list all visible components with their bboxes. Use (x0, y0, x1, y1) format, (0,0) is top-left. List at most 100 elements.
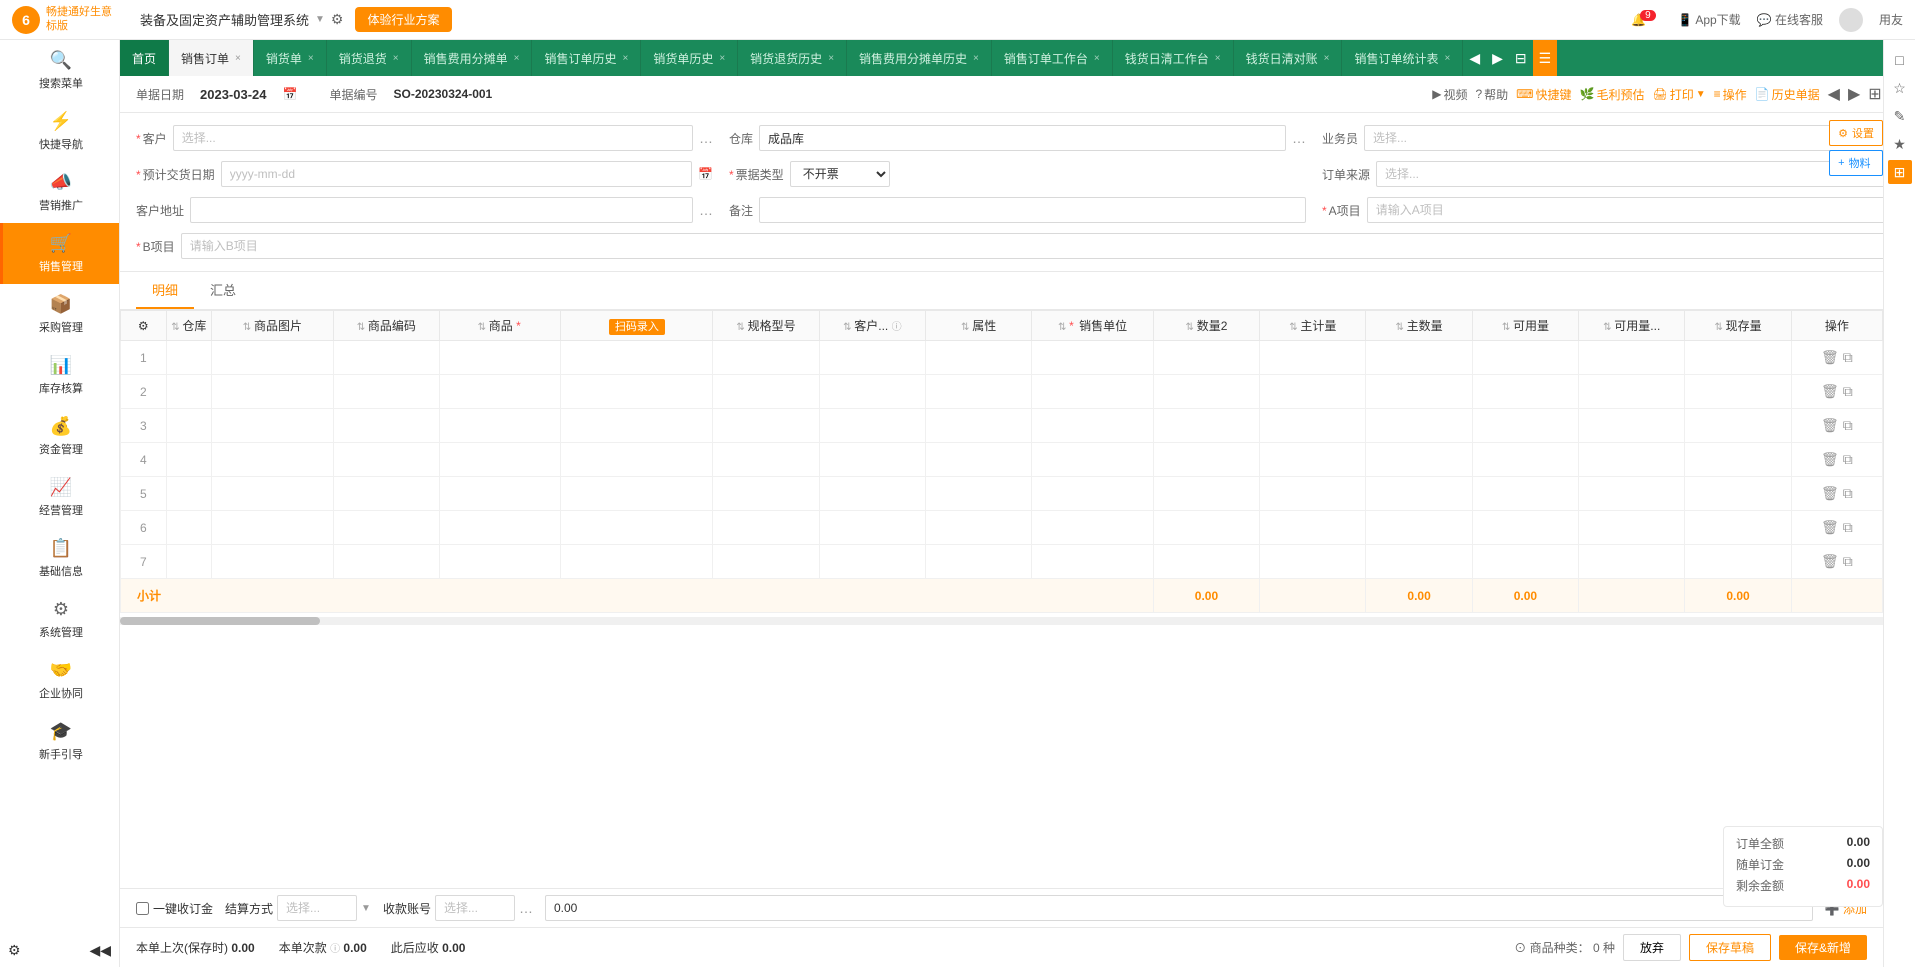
settlement-dropdown-icon[interactable]: ▼ (361, 903, 371, 914)
app-download-link[interactable]: 📱 App下载 (1678, 11, 1741, 28)
delivery-input[interactable] (221, 161, 692, 187)
row-warehouse-1[interactable] (166, 341, 212, 375)
tab-close-return[interactable]: × (393, 53, 399, 64)
address-more-btn[interactable]: … (699, 202, 713, 218)
row-main-unit-1[interactable] (1260, 341, 1366, 375)
row-qty2-1[interactable] (1153, 341, 1259, 375)
scrollbar-thumb[interactable] (120, 617, 320, 625)
row-copy-4[interactable]: ⧉ (1843, 451, 1853, 468)
row-main-unit-2[interactable] (1260, 375, 1366, 409)
row-stock-1[interactable] (1685, 341, 1791, 375)
sidebar-settings-icon[interactable]: ⚙ (8, 942, 21, 959)
sidebar-item-quick[interactable]: ⚡ 快捷导航 (0, 101, 119, 162)
table-container[interactable]: ⚙ ⇅ 仓库 ⇅ 商品图片 ⇅ 商品编码 (120, 310, 1883, 888)
tab-close-order-workbench[interactable]: × (1094, 53, 1100, 64)
row-copy-6[interactable]: ⧉ (1843, 519, 1853, 536)
sidebar-item-purchase[interactable]: 📦 采购管理 (0, 284, 119, 345)
row-product-2[interactable] (439, 375, 561, 409)
tab-return-history[interactable]: 销货退货历史 × (738, 40, 847, 76)
right-panel-btn-3[interactable]: ✎ (1888, 104, 1912, 128)
row-product-code-1[interactable] (333, 341, 439, 375)
staff-input[interactable] (1364, 125, 1899, 151)
tab-next-btn[interactable]: ▶ (1486, 40, 1509, 76)
tab-fee-history[interactable]: 销售费用分摊单历史 × (847, 40, 992, 76)
add-product-btn[interactable]: + 物料 (1829, 150, 1883, 176)
tab-close-daily-workbench[interactable]: × (1215, 53, 1221, 64)
horizontal-scrollbar[interactable] (120, 617, 1883, 625)
tab-close-fee-split[interactable]: × (514, 53, 520, 64)
sidebar-item-system[interactable]: ⚙ 系统管理 (0, 589, 119, 650)
collection-more-btn[interactable]: … (519, 900, 533, 916)
settlement-input[interactable] (277, 895, 357, 921)
tab-sales-order[interactable]: 销售订单 × (169, 40, 254, 76)
sidebar-item-finance[interactable]: 💰 资金管理 (0, 406, 119, 467)
profit-link[interactable]: 🌿 毛利预估 (1580, 86, 1645, 103)
save-new-button[interactable]: 保存&新增 (1779, 935, 1867, 960)
tab-menu-btn[interactable]: ☰ (1533, 40, 1558, 76)
view-link[interactable]: ▶ 视频 (1432, 86, 1467, 103)
tab-order-history[interactable]: 销售订单历史 × (532, 40, 641, 76)
sidebar-collapse-icon[interactable]: ◀◀ (89, 942, 111, 959)
row-available-2[interactable] (1472, 375, 1578, 409)
row-copy-5[interactable]: ⧉ (1843, 485, 1853, 502)
row-spec-2[interactable] (713, 375, 819, 409)
project-b-input[interactable] (181, 233, 1899, 259)
order-source-input[interactable] (1376, 161, 1899, 187)
row-available-more-1[interactable] (1579, 341, 1685, 375)
tab-summary[interactable]: 汇总 (194, 272, 252, 309)
right-panel-btn-5[interactable]: ⊞ (1888, 160, 1912, 184)
row-product-1[interactable] (439, 341, 561, 375)
tab-close-reconcile[interactable]: × (1324, 53, 1330, 64)
one-click-label[interactable]: 一键收订金 (136, 900, 213, 917)
row-product-image-1[interactable] (212, 341, 334, 375)
address-input[interactable] (190, 197, 693, 223)
ticket-select[interactable]: 不开票 (790, 161, 890, 187)
remark-input[interactable] (759, 197, 1306, 223)
row-customer-info-1[interactable] (819, 341, 925, 375)
settings-icon[interactable]: ⚙ (331, 11, 344, 28)
row-main-qty-2[interactable] (1366, 375, 1472, 409)
customer-input[interactable] (173, 125, 693, 151)
row-copy-2[interactable]: ⧉ (1843, 383, 1853, 400)
col-scan[interactable]: 扫码录入 (561, 311, 713, 341)
shortcut-link[interactable]: ⌨ 快捷键 (1516, 86, 1571, 103)
row-customer-info-2[interactable] (819, 375, 925, 409)
tab-reconcile[interactable]: 钱货日清对账 × (1234, 40, 1343, 76)
notification-icon[interactable]: 🔔9 (1631, 13, 1662, 27)
row-product-image-2[interactable] (212, 375, 334, 409)
row-scan-1[interactable] (561, 341, 713, 375)
warehouse-input[interactable] (759, 125, 1286, 151)
row-copy-1[interactable]: ⧉ (1843, 349, 1853, 366)
grid-view-btn[interactable]: ⊞ (1868, 84, 1881, 104)
tab-goods-history[interactable]: 销货单历史 × (641, 40, 738, 76)
tab-fee-split[interactable]: 销售费用分摊单 × (412, 40, 533, 76)
tab-detail[interactable]: 明细 (136, 272, 194, 309)
tab-close-return-history[interactable]: × (828, 53, 834, 64)
operation-link[interactable]: ≡ 操作 (1714, 86, 1747, 103)
row-product-code-2[interactable] (333, 375, 439, 409)
col-settings[interactable]: ⚙ (121, 311, 167, 341)
online-service-link[interactable]: 💬 在线客服 (1757, 11, 1823, 28)
tab-home[interactable]: 首页 (120, 40, 169, 76)
row-delete-7[interactable]: 🗑 (1821, 553, 1839, 570)
customer-more-btn[interactable]: … (699, 130, 713, 146)
sidebar-item-search[interactable]: 🔍 搜索菜单 (0, 40, 119, 101)
sidebar-item-sales[interactable]: 🛒 销售管理 (0, 223, 119, 284)
row-available-1[interactable] (1472, 341, 1578, 375)
right-panel-btn-1[interactable]: □ (1888, 48, 1912, 72)
sidebar-item-marketing[interactable]: 📣 营销推广 (0, 162, 119, 223)
industry-btn[interactable]: 体验行业方案 (355, 7, 451, 32)
sidebar-item-collab[interactable]: 🤝 企业协同 (0, 650, 119, 711)
row-delete-4[interactable]: 🗑 (1821, 451, 1839, 468)
tab-close-sales-order[interactable]: × (235, 53, 241, 64)
row-warehouse-2[interactable] (166, 375, 212, 409)
tab-stats[interactable]: 销售订单统计表 × (1342, 40, 1463, 76)
next-record-btn[interactable]: ▶ (1848, 84, 1860, 104)
discard-button[interactable]: 放弃 (1623, 934, 1681, 961)
history-link[interactable]: 📄 历史单据 (1755, 86, 1820, 103)
save-draft-button[interactable]: 保存草稿 (1689, 934, 1771, 961)
tab-close-stats[interactable]: × (1444, 53, 1450, 64)
row-delete-3[interactable]: 🗑 (1821, 417, 1839, 434)
right-panel-btn-4[interactable]: ★ (1888, 132, 1912, 156)
right-panel-btn-2[interactable]: ☆ (1888, 76, 1912, 100)
